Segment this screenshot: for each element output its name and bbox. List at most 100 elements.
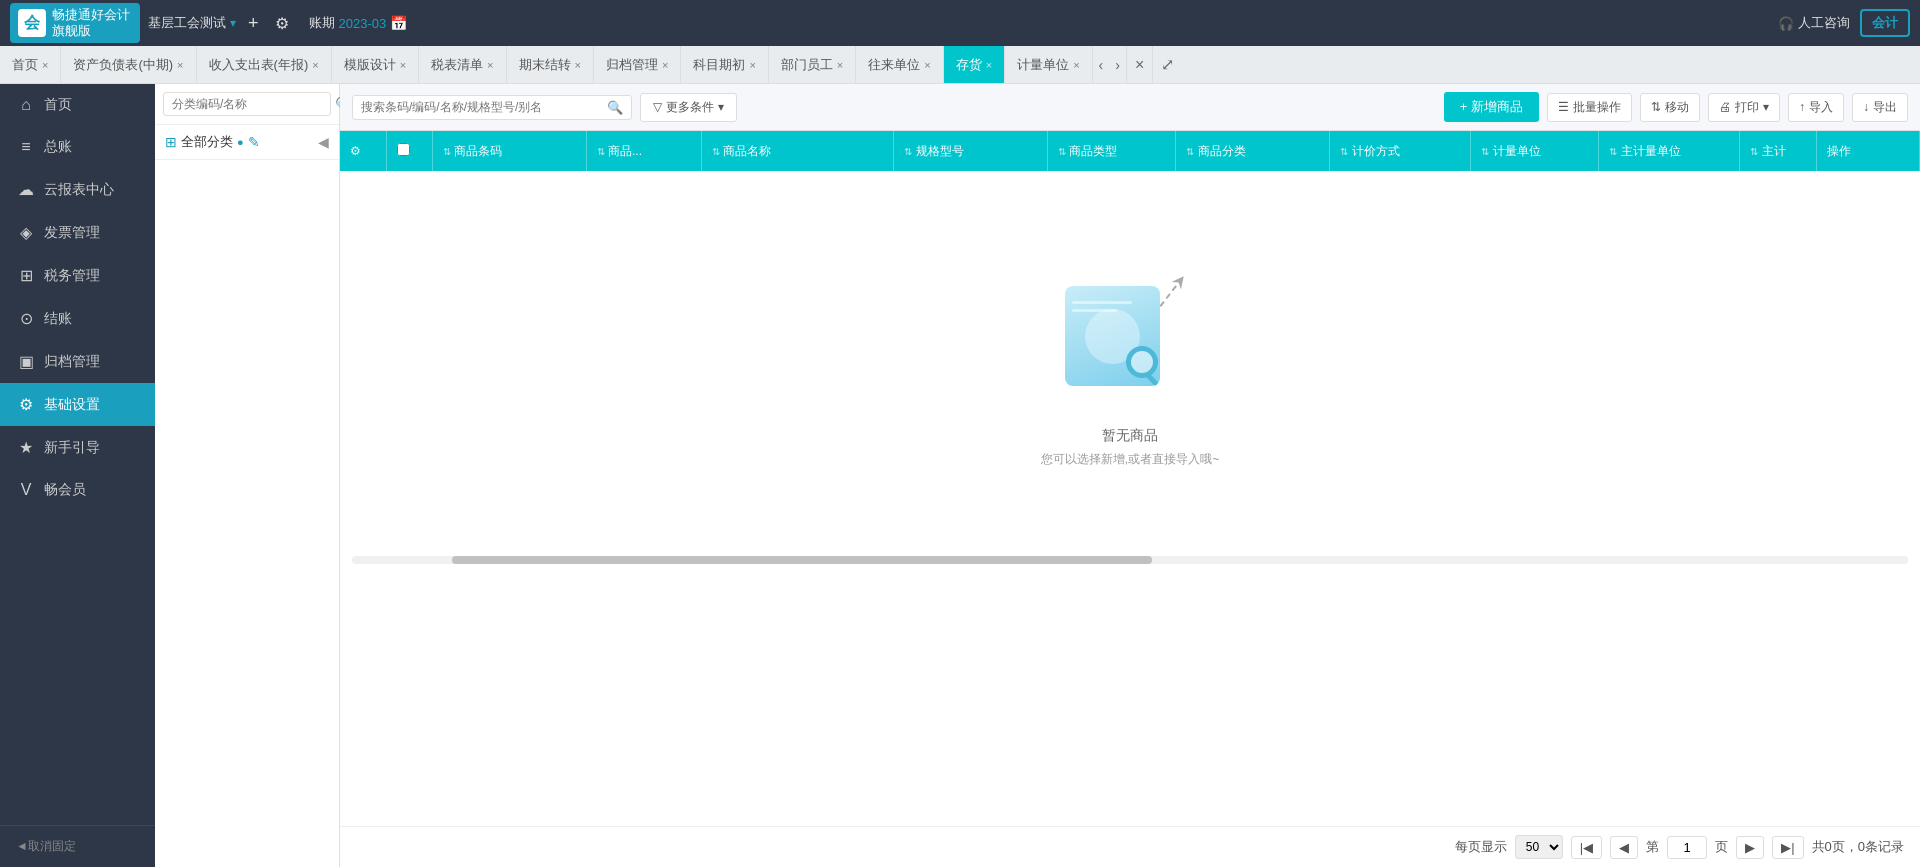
print-button[interactable]: 🖨 打印 ▾ [1708, 93, 1780, 122]
filter-arrow-icon: ▾ [718, 100, 724, 114]
tab-inventory[interactable]: 存货 × [944, 46, 1005, 83]
col-barcode-header[interactable]: 商品条码 [432, 131, 586, 171]
scrollbar-thumb[interactable] [452, 556, 1152, 564]
tab-period-carry-label: 期末结转 [519, 56, 571, 74]
tab-period-carry[interactable]: 期末结转 × [507, 46, 594, 83]
page-prev-button[interactable]: ◀ [1610, 836, 1638, 859]
tab-counterpart-close-icon[interactable]: × [924, 59, 930, 71]
product-search-input[interactable] [361, 100, 603, 114]
logo-area[interactable]: 会 畅捷通好会计 旗舰版 [10, 3, 140, 42]
print-icon: 🖨 [1719, 100, 1731, 114]
sidebar-item-guide[interactable]: ★ 新手引导 [0, 426, 155, 469]
col-price-header[interactable]: 计价方式 [1330, 131, 1471, 171]
tab-counterpart[interactable]: 往来单位 × [856, 46, 943, 83]
tab-dept-close-icon[interactable]: × [837, 59, 843, 71]
col-main-header[interactable]: 主计 [1740, 131, 1817, 171]
top-header: 会 畅捷通好会计 旗舰版 基层工会测试 ▾ + ⚙ 账期 2023-03 📅 🎧… [0, 0, 1920, 46]
name-sort-icon [712, 146, 720, 157]
add-tab-button[interactable]: + [244, 13, 263, 34]
product-search-area: 🔍 [352, 95, 632, 120]
sidebar-item-settings[interactable]: ⚙ 基础设置 [0, 383, 155, 426]
move-button[interactable]: ⇅ 移动 [1640, 93, 1700, 122]
category-search-input[interactable] [163, 92, 331, 116]
export-button[interactable]: ↓ 导出 [1852, 93, 1908, 122]
tab-balance-close-icon[interactable]: × [177, 59, 183, 71]
tab-template[interactable]: 模版设计 × [332, 46, 419, 83]
tab-income[interactable]: 收入支出表(年报) × [197, 46, 332, 83]
col-main-unit-header[interactable]: 主计量单位 [1599, 131, 1740, 171]
sidebar-item-close[interactable]: ⊙ 结账 [0, 297, 155, 340]
more-filter-button[interactable]: ▽ 更多条件 ▾ [640, 93, 737, 122]
tab-unit-label: 计量单位 [1017, 56, 1069, 74]
page-size-select[interactable]: 50 [1515, 835, 1563, 859]
logo-text: 畅捷通好会计 旗舰版 [52, 7, 130, 38]
all-categories-label[interactable]: 全部分类 [181, 133, 233, 151]
page-next-button[interactable]: ▶ [1736, 836, 1764, 859]
import-icon: ↑ [1799, 100, 1805, 114]
category-edit-icon[interactable]: ✎ [248, 134, 260, 150]
page-first-button[interactable]: |◀ [1571, 836, 1602, 859]
tab-unit-close-icon[interactable]: × [1073, 59, 1079, 71]
tab-subject-init-close-icon[interactable]: × [749, 59, 755, 71]
category-collapse-icon[interactable]: ◀ [318, 134, 329, 150]
tab-next-button[interactable]: › [1109, 46, 1126, 83]
tab-home[interactable]: 首页 × [0, 46, 61, 83]
col-name-header[interactable]: 商品名称 [702, 131, 894, 171]
batch-op-button[interactable]: ☰ 批量操作 [1547, 93, 1632, 122]
sidebar-item-tax[interactable]: ⊞ 税务管理 [0, 254, 155, 297]
period-label: 账期 [309, 14, 335, 32]
sidebar-item-cloud[interactable]: ☁ 云报表中心 [0, 168, 155, 211]
sidebar-item-archive-label: 归档管理 [44, 353, 100, 371]
export-icon: ↓ [1863, 100, 1869, 114]
tab-inventory-close-icon[interactable]: × [986, 59, 992, 71]
tab-subject-init[interactable]: 科目期初 × [681, 46, 768, 83]
tab-dept[interactable]: 部门员工 × [769, 46, 856, 83]
sidebar-item-home[interactable]: ⌂ 首页 [0, 84, 155, 126]
col-unit-header[interactable]: 计量单位 [1471, 131, 1599, 171]
sidebar-item-ledger[interactable]: ≡ 总账 [0, 126, 155, 168]
tab-unit[interactable]: 计量单位 × [1005, 46, 1092, 83]
right-content: 🔍 ▽ 更多条件 ▾ + 新增商品 ☰ 批量操作 ⇅ 移动 [340, 84, 1920, 867]
tab-balance[interactable]: 资产负债表(中期) × [61, 46, 196, 83]
col-settings-icon[interactable]: ⚙ [350, 144, 361, 158]
tab-archive-close-icon[interactable]: × [662, 59, 668, 71]
col-code-header[interactable]: 商品... [586, 131, 701, 171]
tab-archive[interactable]: 归档管理 × [594, 46, 681, 83]
product-search-icon[interactable]: 🔍 [607, 100, 623, 115]
company-name: 基层工会测试 [148, 14, 226, 32]
tab-tax-list[interactable]: 税表清单 × [419, 46, 506, 83]
empty-title: 暂无商品 [1102, 427, 1158, 445]
tab-subject-init-label: 科目期初 [693, 56, 745, 74]
company-selector[interactable]: 基层工会测试 ▾ [148, 14, 236, 32]
page-number-input[interactable] [1667, 836, 1707, 859]
calendar-icon[interactable]: 📅 [390, 15, 407, 31]
header-right: 🎧 人工咨询 会计 [1778, 9, 1910, 37]
main-layout: ⌂ 首页 ≡ 总账 ☁ 云报表中心 ◈ 发票管理 ⊞ 税务管理 ⊙ 结账 ▣ 归… [0, 84, 1920, 867]
sidebar-item-invoice[interactable]: ◈ 发票管理 [0, 211, 155, 254]
account-button[interactable]: 会计 [1860, 9, 1910, 37]
main-sort-icon [1750, 146, 1758, 157]
select-all-checkbox[interactable] [397, 143, 410, 156]
tab-home-close-icon[interactable]: × [42, 59, 48, 71]
tab-template-close-icon[interactable]: × [400, 59, 406, 71]
sidebar-item-member[interactable]: V 畅会员 [0, 469, 155, 511]
tab-close-all-button[interactable]: × [1126, 46, 1152, 83]
scrollbar-track[interactable] [352, 556, 1908, 564]
tab-income-close-icon[interactable]: × [312, 59, 318, 71]
sidebar-unpin-button[interactable]: ◄取消固定 [0, 825, 155, 867]
col-spec-header[interactable]: 规格型号 [894, 131, 1048, 171]
sidebar-item-tax-label: 税务管理 [44, 267, 100, 285]
settings-icon[interactable]: ⚙ [271, 14, 293, 33]
service-button[interactable]: 🎧 人工咨询 [1778, 14, 1850, 32]
tab-tax-list-close-icon[interactable]: × [487, 59, 493, 71]
add-product-button[interactable]: + 新增商品 [1444, 92, 1539, 122]
page-last-button[interactable]: ▶| [1772, 836, 1803, 859]
category-header: ⊞ 全部分类 ● ✎ ◀ [155, 125, 339, 160]
tab-expand-button[interactable]: ⤢ [1152, 46, 1182, 83]
import-button[interactable]: ↑ 导入 [1788, 93, 1844, 122]
tab-period-carry-close-icon[interactable]: × [575, 59, 581, 71]
col-category-header[interactable]: 商品分类 [1176, 131, 1330, 171]
sidebar-item-archive[interactable]: ▣ 归档管理 [0, 340, 155, 383]
col-type-header[interactable]: 商品类型 [1048, 131, 1176, 171]
tab-prev-button[interactable]: ‹ [1093, 46, 1110, 83]
